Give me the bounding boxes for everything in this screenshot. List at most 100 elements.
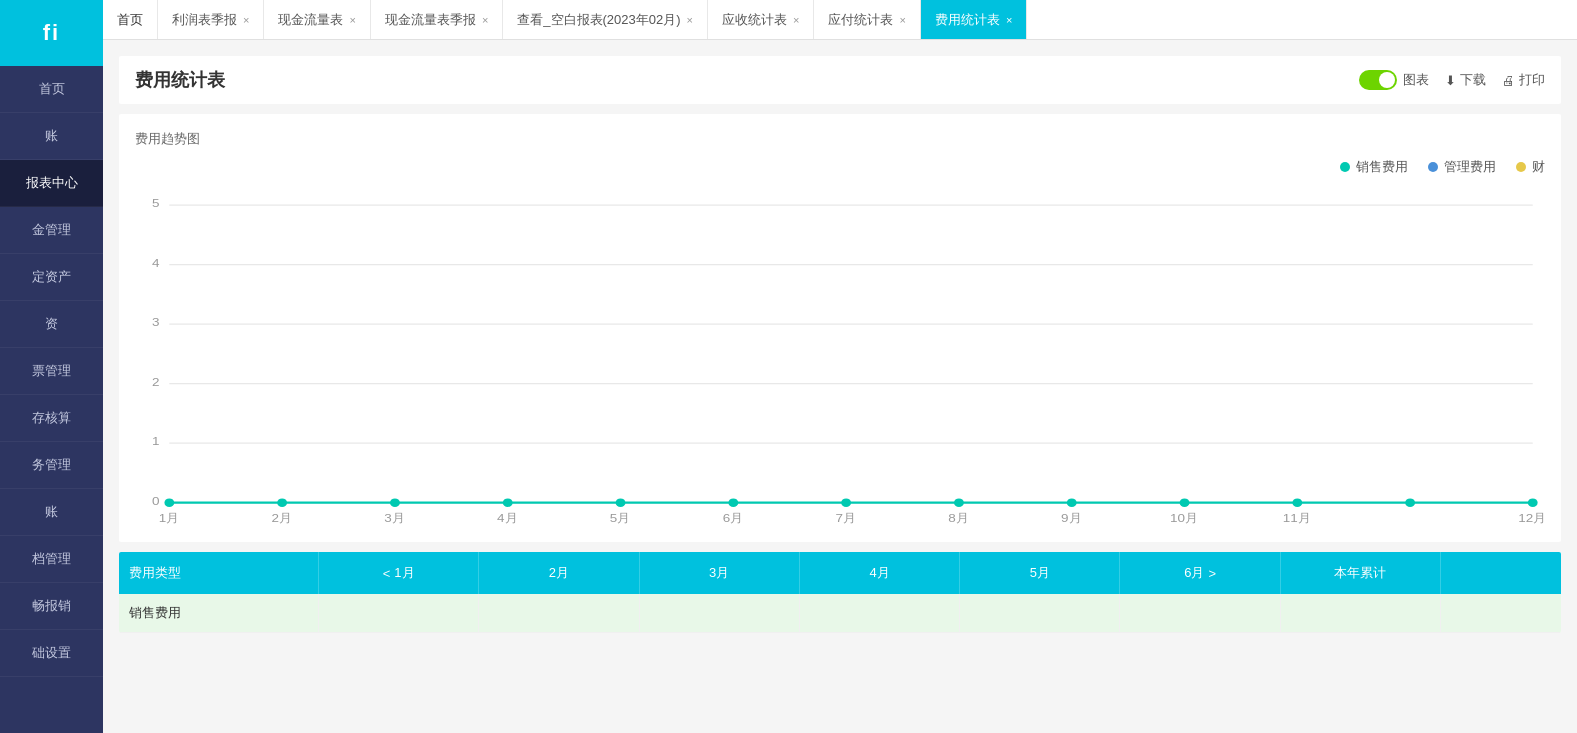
svg-point-24 (1528, 498, 1538, 507)
download-icon: ⬇ (1445, 73, 1456, 88)
tab-blank-report[interactable]: 查看_空白报表(2023年02月) × (503, 0, 708, 39)
tab-receivable[interactable]: 应收统计表 × (708, 0, 814, 39)
svg-point-22 (1292, 498, 1302, 507)
chart-toggle[interactable] (1359, 70, 1397, 90)
sidebar-item-assets[interactable]: 定资产 (0, 254, 103, 301)
svg-text:0: 0 (152, 495, 159, 508)
svg-point-12 (164, 498, 174, 507)
svg-point-19 (954, 498, 964, 507)
svg-text:11月: 11月 (1283, 512, 1312, 525)
legend-label-finance: 财 (1532, 158, 1545, 176)
page-title: 费用统计表 (135, 68, 225, 92)
th-m6: 6月 > (1120, 552, 1280, 594)
svg-text:1: 1 (152, 435, 159, 448)
svg-text:3: 3 (152, 316, 159, 329)
main-area: 首页 利润表季报 × 现金流量表 × 现金流量表季报 × 查看_空白报表(202… (103, 0, 1577, 733)
svg-point-17 (728, 498, 738, 507)
td-m3 (640, 594, 800, 632)
sidebar-item-archive[interactable]: 档管理 (0, 536, 103, 583)
tab-expense[interactable]: 费用统计表 × (921, 0, 1027, 39)
close-icon[interactable]: × (349, 14, 355, 26)
th-ytd: 本年累计 (1281, 552, 1441, 594)
close-icon[interactable]: × (1006, 14, 1012, 26)
sidebar-item-home[interactable]: 首页 (0, 66, 103, 113)
print-icon: 🖨 (1502, 73, 1515, 88)
tab-bar: 首页 利润表季报 × 现金流量表 × 现金流量表季报 × 查看_空白报表(202… (103, 0, 1577, 40)
page-header: 费用统计表 图表 ⬇ 下载 🖨 打印 (119, 56, 1561, 104)
close-icon[interactable]: × (793, 14, 799, 26)
print-button[interactable]: 🖨 打印 (1502, 71, 1545, 89)
td-m5 (960, 594, 1120, 632)
chart-section: 费用趋势图 销售费用 管理费用 财 5 4 (119, 114, 1561, 542)
svg-point-20 (1067, 498, 1077, 507)
line-chart: 5 4 3 2 1 0 (135, 186, 1545, 526)
chart-title: 费用趋势图 (135, 130, 1545, 148)
svg-text:5: 5 (152, 197, 159, 210)
legend-finance: 财 (1516, 158, 1545, 176)
legend-dot-sales (1340, 162, 1350, 172)
download-button[interactable]: ⬇ 下载 (1445, 71, 1486, 89)
sidebar-item-capital[interactable]: 资 (0, 301, 103, 348)
svg-text:4月: 4月 (497, 512, 518, 525)
close-icon[interactable]: × (899, 14, 905, 26)
close-icon[interactable]: × (687, 14, 693, 26)
svg-text:9月: 9月 (1061, 512, 1082, 525)
th-m3: 3月 (640, 552, 800, 594)
sidebar-item-services[interactable]: 务管理 (0, 442, 103, 489)
legend-dot-management (1428, 162, 1438, 172)
svg-text:6月: 6月 (723, 512, 744, 525)
svg-text:8月: 8月 (948, 512, 969, 525)
sidebar-item-settings[interactable]: 础设置 (0, 630, 103, 677)
svg-point-21 (1180, 498, 1190, 507)
td-m2 (479, 594, 639, 632)
close-icon[interactable]: × (243, 14, 249, 26)
sidebar-logo: fi (0, 0, 103, 66)
svg-point-15 (503, 498, 513, 507)
toggle-label: 图表 (1403, 71, 1429, 89)
table-row: 销售费用 (119, 594, 1561, 633)
table-header: 费用类型 < 1月 2月 3月 4月 5月 6月 > 本年累计 (119, 552, 1561, 594)
td-m1 (319, 594, 479, 632)
td-m4 (800, 594, 960, 632)
tab-cashflow[interactable]: 现金流量表 × (264, 0, 370, 39)
sidebar-item-ledger[interactable]: 账 (0, 489, 103, 536)
th-m5: 5月 (960, 552, 1120, 594)
svg-text:1月: 1月 (159, 512, 180, 525)
sidebar-item-expense[interactable]: 畅报销 (0, 583, 103, 630)
svg-point-14 (390, 498, 400, 507)
tab-home[interactable]: 首页 (103, 0, 158, 39)
td-m6 (1120, 594, 1280, 632)
sidebar-item-inventory[interactable]: 存核算 (0, 395, 103, 442)
th-m4: 4月 (800, 552, 960, 594)
tab-cashflow-quarterly[interactable]: 现金流量表季报 × (371, 0, 503, 39)
tab-payable[interactable]: 应付统计表 × (814, 0, 920, 39)
sidebar-item-account[interactable]: 账 (0, 113, 103, 160)
th-m2: 2月 (479, 552, 639, 594)
chart-toggle-wrap: 图表 (1359, 70, 1429, 90)
tab-profit[interactable]: 利润表季报 × (158, 0, 264, 39)
close-icon[interactable]: × (482, 14, 488, 26)
td-ytd (1281, 594, 1441, 632)
table-section: 费用类型 < 1月 2月 3月 4月 5月 6月 > 本年累计 销售费用 (119, 552, 1561, 633)
chart-legend: 销售费用 管理费用 财 (135, 158, 1545, 176)
next-arrow[interactable]: > (1208, 566, 1216, 581)
svg-text:12月: 12月 (1518, 512, 1545, 525)
prev-arrow[interactable]: < (383, 566, 391, 581)
td-type: 销售费用 (119, 594, 319, 632)
legend-sales: 销售费用 (1340, 158, 1408, 176)
th-m1: < 1月 (319, 552, 479, 594)
svg-text:2: 2 (152, 376, 159, 389)
sidebar: fi 首页 账 报表中心 金管理 定资产 资 票管理 存核算 务管理 账 档管理… (0, 0, 103, 733)
th-type: 费用类型 (119, 552, 319, 594)
header-actions: 图表 ⬇ 下载 🖨 打印 (1359, 70, 1545, 90)
svg-text:5月: 5月 (610, 512, 631, 525)
svg-point-13 (277, 498, 287, 507)
sidebar-item-cash[interactable]: 金管理 (0, 207, 103, 254)
legend-label-sales: 销售费用 (1356, 158, 1408, 176)
svg-text:10月: 10月 (1170, 512, 1199, 525)
legend-management: 管理费用 (1428, 158, 1496, 176)
sidebar-item-reports[interactable]: 报表中心 (0, 160, 103, 207)
svg-text:3月: 3月 (384, 512, 405, 525)
sidebar-item-tickets[interactable]: 票管理 (0, 348, 103, 395)
svg-point-23 (1405, 498, 1415, 507)
